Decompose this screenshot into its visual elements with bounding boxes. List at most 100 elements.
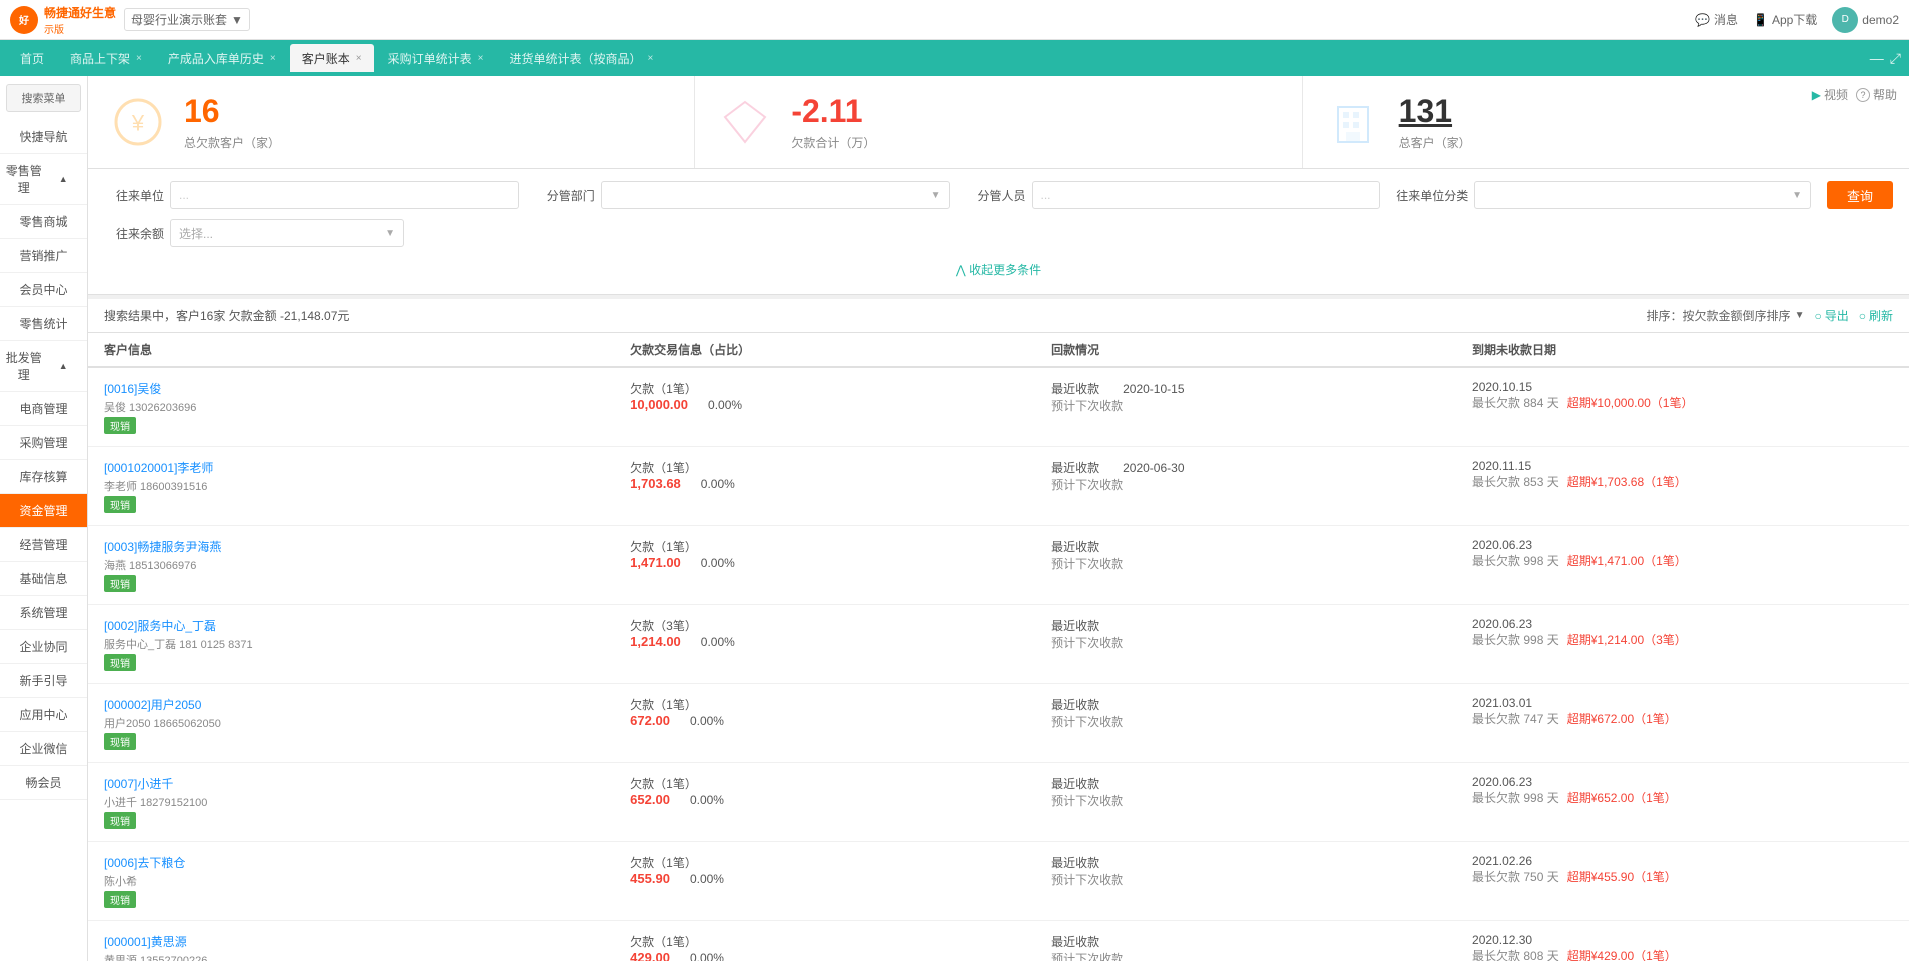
debt-count: 欠款（1笔） [630,775,1051,792]
filter-balance-select[interactable]: 选择... ▼ [170,219,404,247]
sidebar-item-retail-stats[interactable]: 零售统计 [0,307,87,341]
due-date-cell: 2021.03.01 最长欠款 747 天 超期¥672.00（1笔） [1472,694,1893,752]
tab-purchase-product-stats[interactable]: 进货单统计表（按商品） × [497,44,665,72]
due-overdue-link[interactable]: 超期¥1,214.00（3笔） [1567,631,1687,648]
sidebar-item-ecommerce[interactable]: 电商管理 [0,392,87,426]
table-row: [0001020001]李老师 李老师 18600391516 现销 欠款（1笔… [88,447,1909,526]
sidebar-item-operations[interactable]: 经营管理 [0,528,87,562]
debt-amount[interactable]: 1,471.00 [630,555,681,570]
tab-minimize-icon[interactable]: — [1870,50,1884,66]
customer-tag: 现销 [104,575,136,592]
due-overdue-link[interactable]: 超期¥1,703.68（1笔） [1567,473,1687,490]
recovery-cell: 最近收款 预计下次收款 [1051,852,1472,910]
filter-category-select[interactable]: ▼ [1474,181,1811,209]
customer-tag: 现销 [104,891,136,908]
filter-person-label: 分管人员 [966,187,1026,204]
sidebar-item-marketing[interactable]: 营销推广 [0,239,87,273]
customer-name-link[interactable]: [0007]小进千 [104,775,630,792]
due-days: 最长欠款 998 天 [1472,552,1559,569]
search-menu-button[interactable]: 搜索菜单 [6,84,81,112]
customer-contact: 用户2050 18665062050 [104,715,630,731]
sidebar-item-enterprise[interactable]: 企业协同 [0,630,87,664]
due-overdue-link[interactable]: 超期¥429.00（1笔） [1567,947,1677,961]
customer-name-link[interactable]: [0006]去下粮仓 [104,854,630,871]
refresh-icon: ○ [1859,309,1866,323]
sidebar-item-quick-nav[interactable]: 快捷导航 [0,120,87,154]
table-body: [0016]吴俊 吴俊 13026203696 现销 欠款（1笔） 10,000… [88,368,1909,961]
filter-item-company: 往来单位 ... [104,181,519,209]
customer-info-cell: [000001]黄思源 黄思源 13552700226 现销 [104,931,630,961]
sidebar-item-beginner[interactable]: 新手引导 [0,664,87,698]
tab-product-history[interactable]: 产成品入库单历史 × [156,44,288,72]
sidebar-item-finance[interactable]: 资金管理 [0,494,87,528]
customer-contact: 李老师 18600391516 [104,478,630,494]
sidebar-item-inventory[interactable]: 库存核算 [0,460,87,494]
customer-name-link[interactable]: [0002]服务中心_丁磊 [104,617,630,634]
customer-name-link[interactable]: [0016]吴俊 [104,380,630,397]
result-info: 搜索结果中，客户16家 欠款金额 -21,148.07元 [104,307,349,324]
debt-amount[interactable]: 429.00 [630,950,670,961]
debt-amount[interactable]: 652.00 [630,792,670,807]
message-button[interactable]: 💬 消息 [1695,11,1738,28]
debt-amount[interactable]: 672.00 [630,713,670,728]
company-select[interactable]: 母婴行业演示账套 ▼ [124,8,250,31]
sidebar-item-wholesale[interactable]: 批发管理 ▲ [0,341,87,392]
user-avatar[interactable]: D demo2 [1832,7,1899,33]
collapse-filters-button[interactable]: ⋀ 收起更多条件 [104,257,1893,282]
due-overdue-link[interactable]: 超期¥652.00（1笔） [1567,789,1677,806]
customer-name-link[interactable]: [0001020001]李老师 [104,459,630,476]
query-button[interactable]: 查询 [1827,181,1893,209]
sidebar-item-basic-info[interactable]: 基础信息 [0,562,87,596]
tab-purchase-stats[interactable]: 采购订单统计表 × [376,44,496,72]
tab-close-icon[interactable]: × [647,53,653,64]
content-area: ¥ 16 总欠款客户（家） -2.11 欠款合计（万） [88,76,1909,961]
tab-close-icon[interactable]: × [136,53,142,64]
summary-card-total-customers: ▶ 视频 ? 帮助 131 总客户（家） [1303,76,1909,168]
customer-name-link[interactable]: [0003]畅捷服务尹海燕 [104,538,630,555]
filter-person-input[interactable]: ... [1032,181,1381,209]
sidebar-item-purchase[interactable]: 采购管理 [0,426,87,460]
tab-maximize-icon[interactable]: ⤢ [1890,50,1901,67]
due-date-cell: 2020.06.23 最长欠款 998 天 超期¥652.00（1笔） [1472,773,1893,831]
filter-dept-label: 分管部门 [535,187,595,204]
sidebar-item-app-center[interactable]: 应用中心 [0,698,87,732]
debt-amount[interactable]: 10,000.00 [630,397,688,412]
export-button[interactable]: ○ 导出 [1814,307,1848,324]
customer-name-link[interactable]: [000001]黄思源 [104,933,630,950]
sidebar-item-retail-mgmt[interactable]: 零售管理 ▲ [0,154,87,205]
sidebar-item-system[interactable]: 系统管理 [0,596,87,630]
tab-home[interactable]: 首页 [8,44,56,72]
due-overdue-link[interactable]: 超期¥455.90（1笔） [1567,868,1677,885]
sort-button[interactable]: 排序：按欠款金额倒序排序 ▼ [1647,307,1805,324]
debt-amount[interactable]: 455.90 [630,871,670,886]
debt-amount[interactable]: 1,214.00 [630,634,681,649]
app-download-button[interactable]: 📱 App下载 [1753,11,1817,28]
tab-close-icon[interactable]: × [356,53,362,64]
summary-card-debt-customers: ¥ 16 总欠款客户（家） [88,76,695,168]
debt-info-cell: 欠款（1笔） 455.90 0.00% [630,852,1051,910]
debt-percent: 0.00% [690,714,724,728]
debt-amount[interactable]: 1,703.68 [630,476,681,491]
due-overdue-link[interactable]: 超期¥10,000.00（1笔） [1567,394,1694,411]
sidebar-item-retail-mall[interactable]: 零售商城 [0,205,87,239]
filter-company-input[interactable]: ... [170,181,519,209]
filter-dept-select[interactable]: ▼ [601,181,950,209]
svg-text:¥: ¥ [131,110,145,135]
top-bar: 好 畅捷通好生意 示版 母婴行业演示账套 ▼ 💬 消息 📱 App下载 D de… [0,0,1909,40]
sidebar-item-members[interactable]: 会员中心 [0,273,87,307]
filter-item-balance: 往来余额 选择... ▼ [104,219,404,247]
tab-close-icon[interactable]: × [270,53,276,64]
tab-close-icon[interactable]: × [478,53,484,64]
customer-name-link[interactable]: [000002]用户2050 [104,696,630,713]
tab-customer-account[interactable]: 客户账本 × [290,44,374,72]
chevron-down-icon: ▲ [44,361,84,371]
due-overdue-link[interactable]: 超期¥672.00（1笔） [1567,710,1677,727]
refresh-button[interactable]: ○ 刷新 [1859,307,1893,324]
tab-product-listing[interactable]: 商品上下架 × [58,44,154,72]
sidebar-item-member-vip[interactable]: 畅会员 [0,766,87,800]
sort-arrow-icon: ▼ [1795,310,1805,321]
video-icon[interactable]: ▶ 视频 [1812,86,1848,103]
due-overdue-link[interactable]: 超期¥1,471.00（1笔） [1567,552,1687,569]
help-icon[interactable]: ? 帮助 [1856,86,1897,103]
sidebar-item-enterprise-wechat[interactable]: 企业微信 [0,732,87,766]
